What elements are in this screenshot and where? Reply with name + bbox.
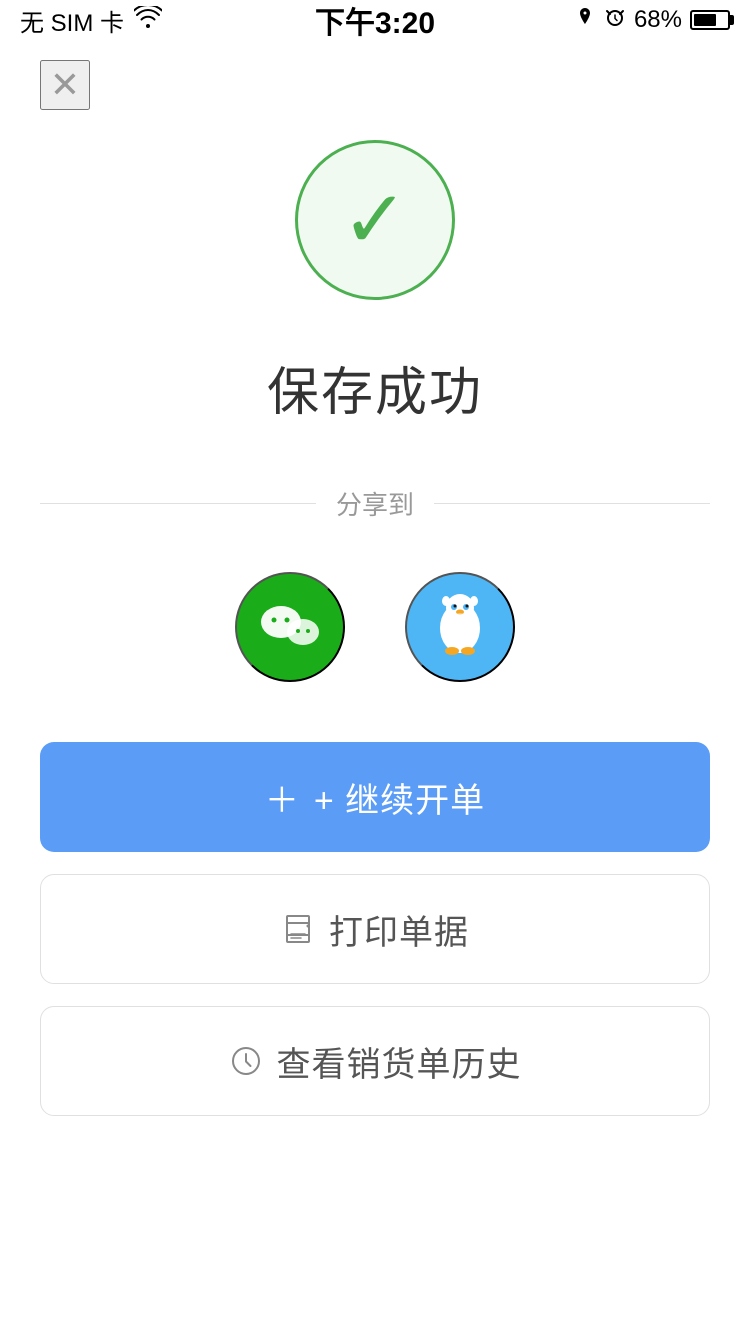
status-left: 无 SIM 卡 <box>20 3 162 38</box>
print-label: 打印单据 <box>329 905 469 954</box>
success-title: 保存成功 <box>267 350 483 425</box>
divider-right <box>434 503 710 504</box>
wifi-icon <box>134 6 162 35</box>
share-icons <box>235 572 515 682</box>
checkmark-icon: ✓ <box>341 180 408 260</box>
printer-icon <box>281 912 315 946</box>
status-time: 下午3:20 <box>315 0 435 42</box>
wechat-share-button[interactable] <box>235 572 345 682</box>
clock-icon <box>229 1044 263 1078</box>
battery-icon <box>690 10 730 30</box>
continue-button[interactable]: ＋ + 继续开单 <box>40 742 710 852</box>
carrier-text: 无 SIM 卡 <box>20 3 124 38</box>
status-bar: 无 SIM 卡 下午3:20 68% <box>0 0 750 40</box>
share-section: 分享到 <box>40 485 710 682</box>
share-label: 分享到 <box>336 485 414 522</box>
success-icon-circle: ✓ <box>295 140 455 300</box>
plus-icon: ＋ <box>265 773 300 822</box>
main-content: ✕ ✓ 保存成功 分享到 <box>0 40 750 1176</box>
close-icon: ✕ <box>50 67 80 103</box>
print-button[interactable]: 打印单据 <box>40 874 710 984</box>
share-divider: 分享到 <box>40 485 710 522</box>
location-icon <box>574 6 596 35</box>
close-button[interactable]: ✕ <box>40 60 90 110</box>
divider-left <box>40 503 316 504</box>
alarm-icon <box>604 6 626 35</box>
battery-percentage: 68% <box>634 6 682 34</box>
history-button[interactable]: 查看销货单历史 <box>40 1006 710 1116</box>
continue-label: + 继续开单 <box>314 773 485 822</box>
qq-icon <box>431 594 489 660</box>
status-right: 68% <box>574 6 730 35</box>
history-label: 查看销货单历史 <box>277 1037 522 1086</box>
battery-fill <box>694 14 716 26</box>
action-buttons: ＋ + 继续开单 打印单据 <box>40 742 710 1116</box>
wechat-icon <box>259 602 321 652</box>
qq-share-button[interactable] <box>405 572 515 682</box>
